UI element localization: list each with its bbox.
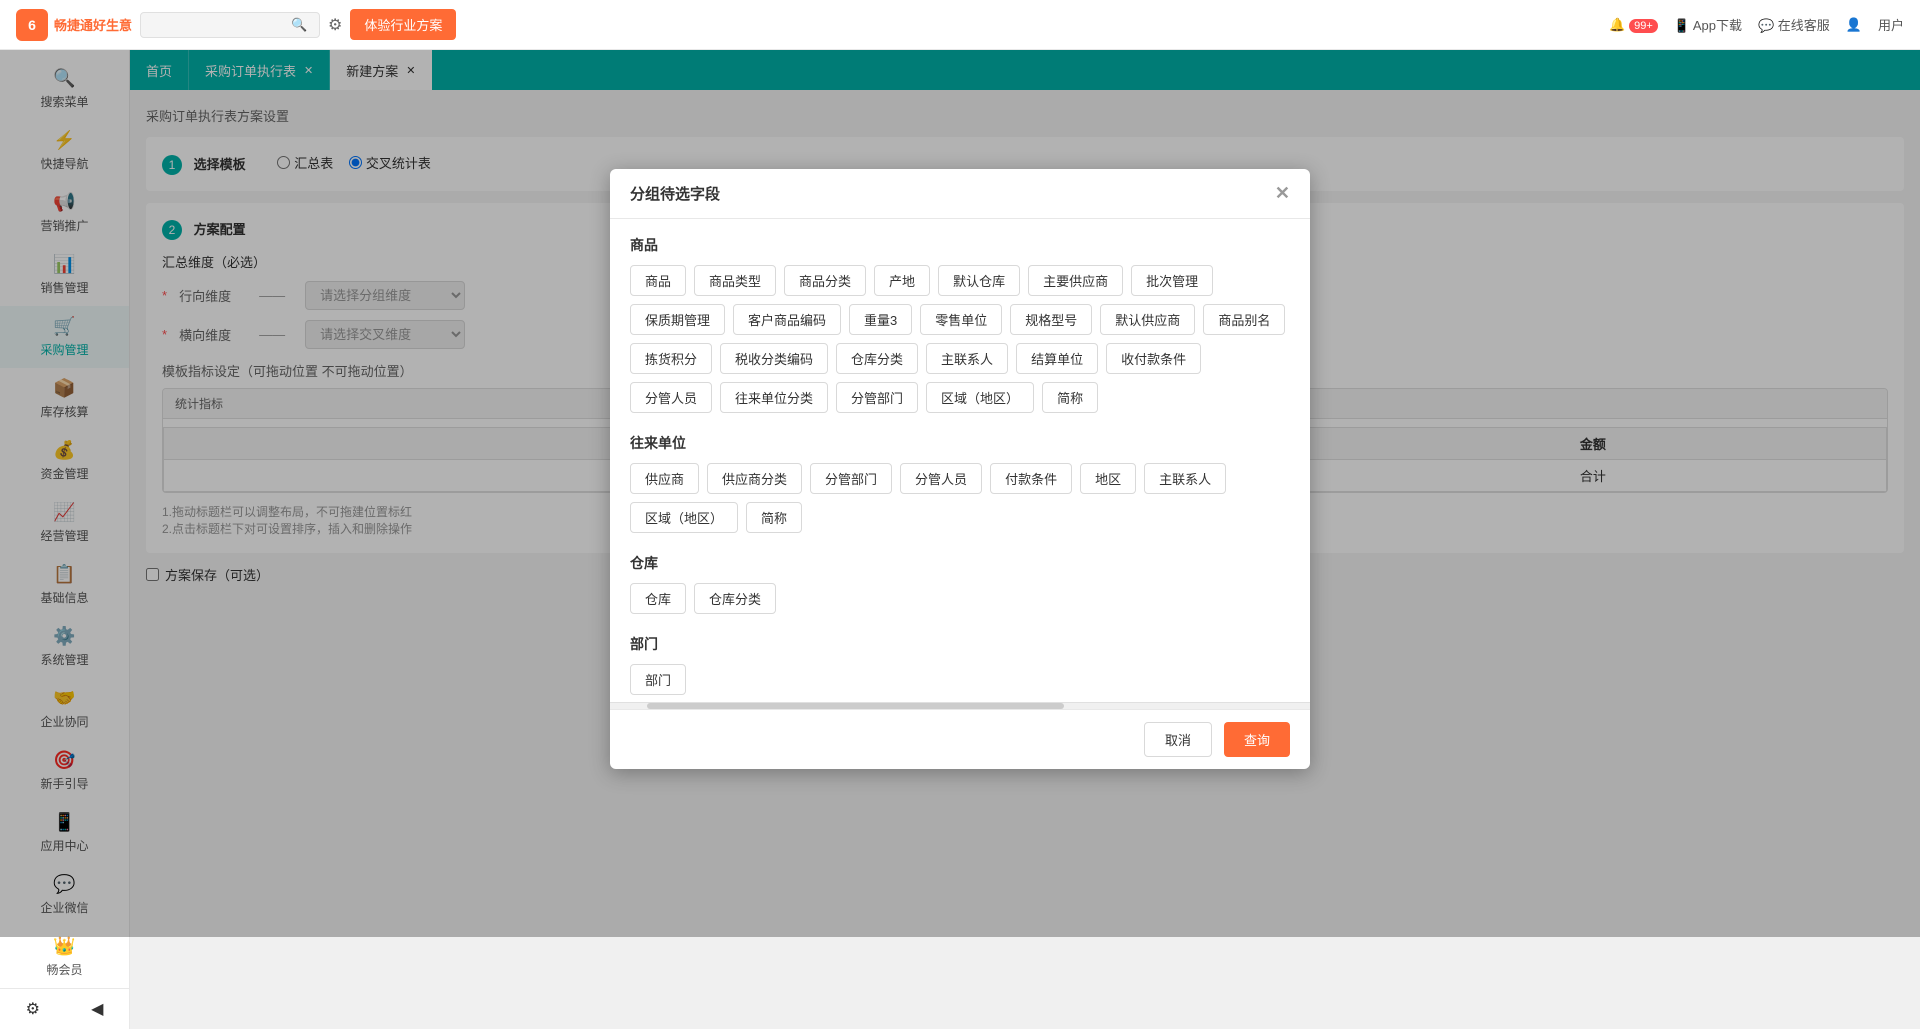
tag-goods-6[interactable]: 主要供应商	[1028, 265, 1123, 296]
settings-bottom-icon[interactable]: ⚙	[26, 999, 40, 1019]
tag-goods-8[interactable]: 保质期管理	[630, 304, 725, 335]
tag-goods-23[interactable]: 分管部门	[836, 382, 918, 413]
modal-close-icon[interactable]: ✕	[1275, 183, 1290, 204]
header-right: 🔔 99+ 📱 App下载 💬 在线客服 👤 用户	[1609, 15, 1904, 34]
tag-goods-21[interactable]: 分管人员	[630, 382, 712, 413]
tag-partner-1[interactable]: 供应商	[630, 463, 699, 494]
tag-goods-13[interactable]: 默认供应商	[1100, 304, 1195, 335]
tag-goods-14[interactable]: 商品别名	[1203, 304, 1285, 335]
online-service[interactable]: 💬 在线客服	[1758, 15, 1830, 34]
tag-goods-17[interactable]: 仓库分类	[836, 343, 918, 374]
warehouse-title: 仓库	[630, 553, 1290, 573]
goods-title: 商品	[630, 235, 1290, 255]
logo-area: 6 畅捷通好生意	[16, 9, 132, 41]
tag-goods-2[interactable]: 商品类型	[694, 265, 776, 296]
tag-goods-24[interactable]: 区域（地区）	[926, 382, 1034, 413]
tag-goods-10[interactable]: 重量3	[849, 304, 912, 335]
tag-goods-22[interactable]: 往来单位分类	[720, 382, 828, 413]
message-icon[interactable]: 🔔 99+	[1609, 17, 1657, 33]
tag-goods-7[interactable]: 批次管理	[1131, 265, 1213, 296]
tag-partner-8[interactable]: 区域（地区）	[630, 502, 738, 533]
sidebar-bottom: ⚙ ◀	[0, 988, 129, 1029]
tag-partner-3[interactable]: 分管部门	[810, 463, 892, 494]
tag-warehouse-1[interactable]: 仓库	[630, 583, 686, 614]
tag-goods-18[interactable]: 主联系人	[926, 343, 1008, 374]
collapse-icon[interactable]: ◀	[91, 999, 103, 1019]
search-input[interactable]	[151, 18, 291, 32]
tag-goods-20[interactable]: 收付款条件	[1106, 343, 1201, 374]
tag-goods-15[interactable]: 拣货积分	[630, 343, 712, 374]
tag-partner-4[interactable]: 分管人员	[900, 463, 982, 494]
tag-partner-6[interactable]: 地区	[1080, 463, 1136, 494]
user-name: 用户	[1878, 15, 1904, 34]
experience-btn[interactable]: 体验行业方案	[350, 9, 456, 40]
header-left: 6 畅捷通好生意 🔍 ⚙ 体验行业方案	[16, 9, 456, 41]
modal-header: 分组待选字段 ✕	[610, 169, 1310, 219]
tag-goods-11[interactable]: 零售单位	[920, 304, 1002, 335]
message-badge: 99+	[1629, 19, 1658, 33]
goods-tags: 商品 商品类型 商品分类 产地 默认仓库 主要供应商 批次管理 保质期管理 客户…	[630, 265, 1290, 413]
tag-partner-2[interactable]: 供应商分类	[707, 463, 802, 494]
warehouse-tags: 仓库 仓库分类	[630, 583, 1290, 614]
member-icon: 👑	[53, 936, 75, 957]
tag-goods-4[interactable]: 产地	[874, 265, 930, 296]
tag-goods-5[interactable]: 默认仓库	[938, 265, 1020, 296]
logo-icon: 6	[16, 9, 48, 41]
modal: 分组待选字段 ✕ 商品 商品 商品类型 商品分类 产地 默认仓库 主要供应商 批…	[610, 169, 1310, 769]
tag-goods-1[interactable]: 商品	[630, 265, 686, 296]
modal-body[interactable]: 商品 商品 商品类型 商品分类 产地 默认仓库 主要供应商 批次管理 保质期管理…	[610, 219, 1310, 702]
partner-tags: 供应商 供应商分类 分管部门 分管人员 付款条件 地区 主联系人 区域（地区） …	[630, 463, 1290, 533]
tag-goods-19[interactable]: 结算单位	[1016, 343, 1098, 374]
modal-scrollbar[interactable]	[610, 702, 1310, 709]
tag-warehouse-2[interactable]: 仓库分类	[694, 583, 776, 614]
modal-title: 分组待选字段	[630, 183, 720, 204]
search-icon: 🔍	[291, 17, 307, 33]
tag-goods-9[interactable]: 客户商品编码	[733, 304, 841, 335]
dept-tags: 部门	[630, 664, 1290, 695]
settings-icon[interactable]: ⚙	[328, 15, 342, 35]
tag-partner-9[interactable]: 简称	[746, 502, 802, 533]
search-bar[interactable]: 🔍	[140, 12, 320, 38]
field-group-warehouse: 仓库 仓库 仓库分类	[630, 553, 1290, 614]
user-avatar[interactable]: 👤	[1846, 17, 1862, 33]
tag-goods-3[interactable]: 商品分类	[784, 265, 866, 296]
app-download[interactable]: 📱 App下载	[1674, 15, 1742, 34]
tag-dept-1[interactable]: 部门	[630, 664, 686, 695]
header: 6 畅捷通好生意 🔍 ⚙ 体验行业方案 🔔 99+ 📱 App下载 💬 在线客服…	[0, 0, 1920, 50]
modal-footer: 取消 查询	[610, 709, 1310, 769]
sidebar-item-member-label: 畅会员	[46, 961, 82, 978]
field-group-dept: 部门 部门	[630, 634, 1290, 695]
tag-goods-16[interactable]: 税收分类编码	[720, 343, 828, 374]
partner-title: 往来单位	[630, 433, 1290, 453]
tag-goods-25[interactable]: 简称	[1042, 382, 1098, 413]
logo-text: 畅捷通好生意	[54, 15, 132, 34]
field-group-goods: 商品 商品 商品类型 商品分类 产地 默认仓库 主要供应商 批次管理 保质期管理…	[630, 235, 1290, 413]
field-group-partner: 往来单位 供应商 供应商分类 分管部门 分管人员 付款条件 地区 主联系人 区域…	[630, 433, 1290, 533]
dept-title: 部门	[630, 634, 1290, 654]
tag-goods-12[interactable]: 规格型号	[1010, 304, 1092, 335]
confirm-button[interactable]: 查询	[1224, 722, 1290, 757]
tag-partner-5[interactable]: 付款条件	[990, 463, 1072, 494]
cancel-button[interactable]: 取消	[1144, 722, 1212, 757]
tag-partner-7[interactable]: 主联系人	[1144, 463, 1226, 494]
